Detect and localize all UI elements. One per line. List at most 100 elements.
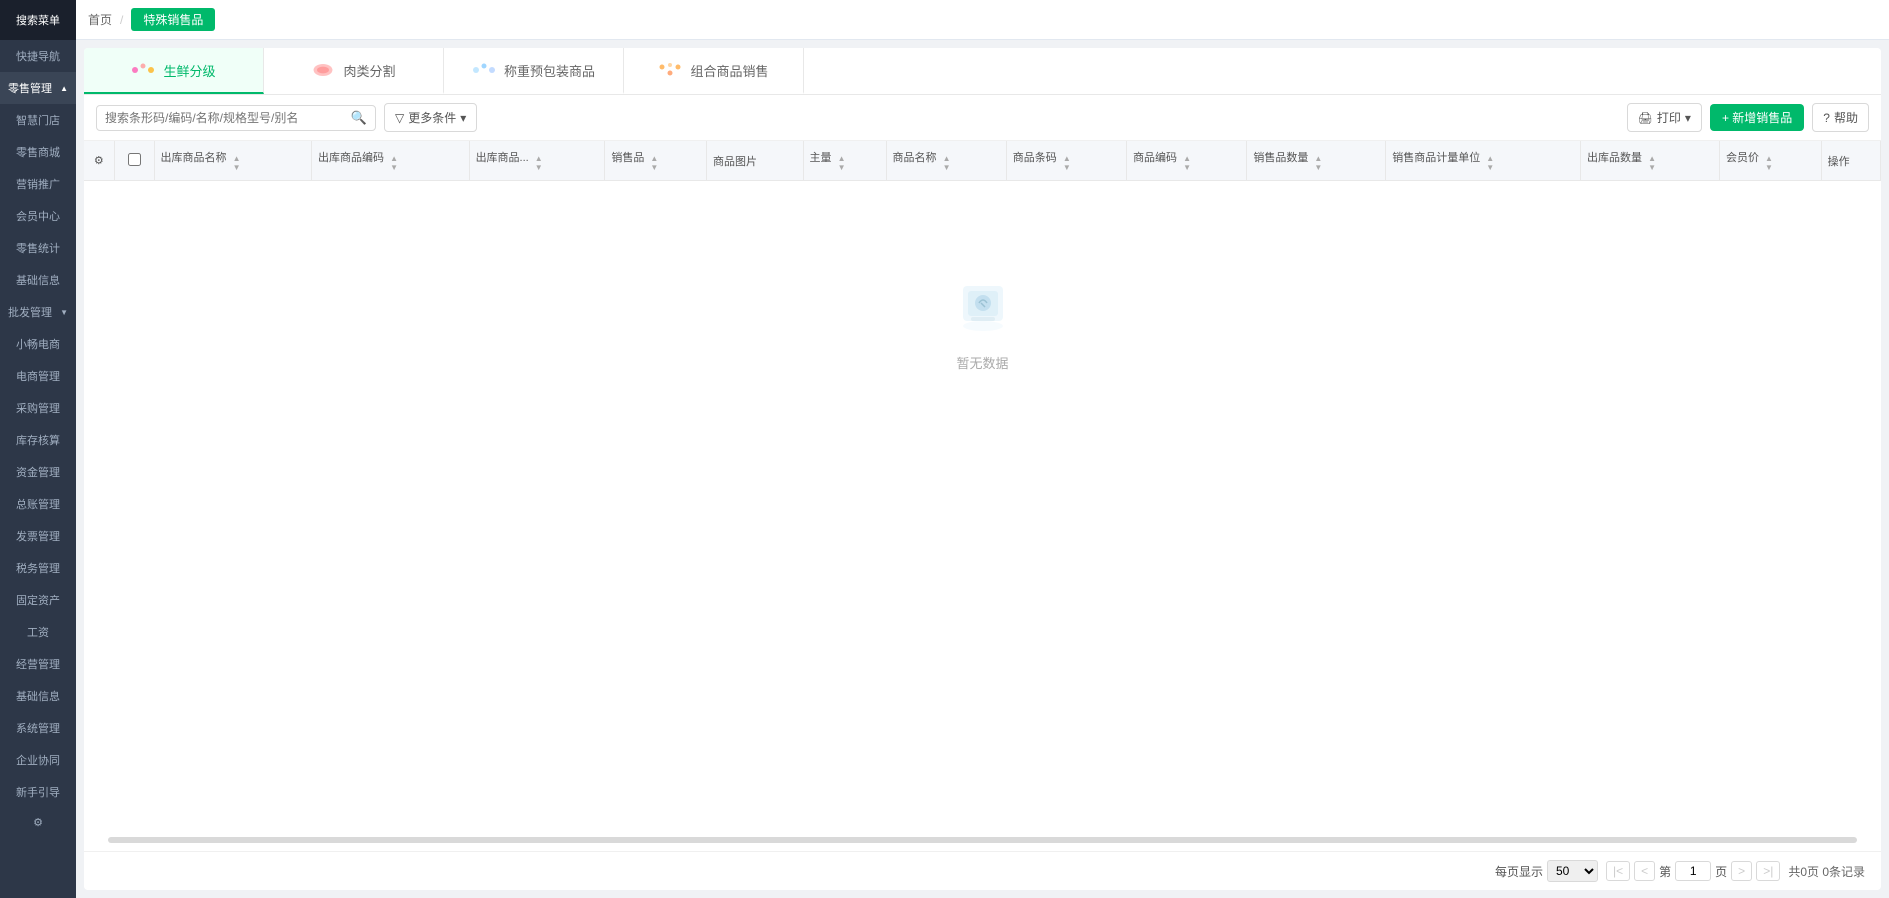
sidebar-item-retail-mgmt[interactable]: 零售管理 ▲: [0, 72, 76, 104]
sidebar-item-general-ledger[interactable]: 总账管理: [0, 488, 76, 520]
sort-icon: ▲▼: [1063, 154, 1071, 172]
sort-icon: ▲▼: [1314, 154, 1322, 172]
fresh-grade-icon: [131, 60, 155, 80]
col-out-qty[interactable]: 出库品数量 ▲▼: [1581, 141, 1720, 181]
sidebar-item-capital-mgmt[interactable]: 资金管理: [0, 456, 76, 488]
horizontal-scrollbar-container: [84, 829, 1881, 851]
sidebar-item-inventory[interactable]: 库存核算: [0, 424, 76, 456]
chevron-down-icon: ▾: [1685, 111, 1691, 125]
sidebar-item-member-center[interactable]: 会员中心: [0, 200, 76, 232]
sidebar-item-basic-info2[interactable]: 基础信息: [0, 680, 76, 712]
select-all-checkbox[interactable]: [128, 153, 141, 166]
toolbar-right: 🖨 打印 ▾ + 新增销售品 ? 帮助: [1627, 103, 1869, 132]
chevron-down-icon: ▾: [460, 111, 466, 125]
tab-fresh-grade-label: 生鲜分级: [163, 61, 215, 80]
pagination-bar: 每页显示 10 20 50 100 |< < 第 页 > >| 共0页 0条记录: [84, 851, 1881, 890]
table-wrapper: ⚙ 出库商品名称 ▲▼ 出库商品编码 ▲▼ 出库: [84, 141, 1881, 829]
first-page-button[interactable]: |<: [1606, 861, 1630, 881]
sort-icon: ▲▼: [1648, 154, 1656, 172]
sidebar-item-quick-nav[interactable]: 快捷导航: [0, 40, 76, 72]
sidebar-item-marketing[interactable]: 营销推广: [0, 168, 76, 200]
breadcrumb-current[interactable]: 特殊销售品: [131, 8, 215, 31]
help-icon: ?: [1823, 111, 1830, 125]
sidebar-item-payroll[interactable]: 工资: [0, 616, 76, 648]
horizontal-scrollbar[interactable]: [108, 837, 1857, 843]
sidebar-item-retail-stats[interactable]: 零售统计: [0, 232, 76, 264]
col-out-product-name[interactable]: 出库商品名称 ▲▼: [154, 141, 312, 181]
breadcrumb-home[interactable]: 首页: [88, 11, 112, 28]
col-out-product-code[interactable]: 出库商品编码 ▲▼: [312, 141, 470, 181]
last-page-button[interactable]: >|: [1756, 861, 1780, 881]
total-info: 共0页 0条记录: [1788, 863, 1865, 880]
col-barcode[interactable]: 商品条码 ▲▼: [1006, 141, 1126, 181]
tab-fresh-grade[interactable]: 生鲜分级: [84, 48, 264, 94]
search-wrapper: 🔍: [96, 105, 376, 131]
col-main-quantity[interactable]: 主量 ▲▼: [803, 141, 886, 181]
help-button[interactable]: ? 帮助: [1812, 103, 1869, 132]
page-size-select: 每页显示 10 20 50 100: [1495, 860, 1598, 882]
filter-icon: ▽: [395, 111, 404, 125]
sort-icon: ▲▼: [390, 154, 398, 172]
prev-page-button[interactable]: <: [1634, 861, 1655, 881]
col-sales-product[interactable]: 销售品 ▲▼: [605, 141, 707, 181]
sidebar-item-tax-mgmt[interactable]: 税务管理: [0, 552, 76, 584]
tab-weight-package[interactable]: 称重预包装商品: [444, 48, 624, 94]
data-table: ⚙ 出库商品名称 ▲▼ 出库商品编码 ▲▼ 出库: [84, 141, 1881, 181]
page-body: 生鲜分级 肉类分割: [84, 48, 1881, 890]
sidebar-item-purchase-mgmt[interactable]: 采购管理: [0, 392, 76, 424]
sidebar-item-wholesale-mgmt[interactable]: 批发管理 ▼: [0, 296, 76, 328]
sidebar-item-system-mgmt[interactable]: 系统管理: [0, 712, 76, 744]
sort-icon: ▲▼: [838, 154, 846, 172]
tab-combo-sales[interactable]: 组合商品销售: [624, 48, 804, 94]
print-icon: 🖨: [1638, 111, 1653, 125]
tab-meat-cut[interactable]: 肉类分割: [264, 48, 444, 94]
main-content: 首页 / 特殊销售品 生鲜分级: [76, 0, 1889, 898]
meat-cut-icon: [311, 60, 335, 80]
col-product-code[interactable]: 商品编码 ▲▼: [1127, 141, 1247, 181]
search-input[interactable]: [105, 111, 351, 125]
col-sales-unit[interactable]: 销售商品计量单位 ▲▼: [1386, 141, 1581, 181]
add-sales-product-button[interactable]: + 新增销售品: [1710, 104, 1804, 131]
col-checkbox[interactable]: [114, 141, 154, 181]
empty-text: 暂无数据: [956, 353, 1008, 372]
filter-button[interactable]: ▽ 更多条件 ▾: [384, 103, 477, 132]
breadcrumb: 首页 / 特殊销售品: [88, 8, 215, 31]
sort-icon: ▲▼: [1486, 154, 1494, 172]
empty-state: 暂无数据: [84, 181, 1881, 452]
sidebar-item-invoice-mgmt[interactable]: 发票管理: [0, 520, 76, 552]
sidebar-item-ops-mgmt[interactable]: 经营管理: [0, 648, 76, 680]
toolbar: 🔍 ▽ 更多条件 ▾ 🖨 打印 ▾ + 新增销售品 ? 帮助: [84, 95, 1881, 141]
sidebar-item-retail-mall[interactable]: 零售商城: [0, 136, 76, 168]
col-product-name[interactable]: 商品名称 ▲▼: [886, 141, 1006, 181]
page-number-input[interactable]: [1675, 861, 1711, 881]
col-sales-qty[interactable]: 销售品数量 ▲▼: [1247, 141, 1386, 181]
settings-icon: ⚙: [33, 816, 43, 829]
tabs-row: 生鲜分级 肉类分割: [84, 48, 1881, 95]
page-label-suffix: 页: [1715, 863, 1727, 880]
sort-icon: ▲▼: [1765, 154, 1773, 172]
sidebar-item-small-ecom[interactable]: 小畅电商: [0, 328, 76, 360]
chevron-down-icon: ▼: [60, 308, 68, 317]
tab-meat-cut-label: 肉类分割: [343, 61, 395, 80]
sidebar-item-corp-agreement[interactable]: 企业协同: [0, 744, 76, 776]
combo-sales-icon: [658, 60, 682, 80]
sidebar-item-fixed-assets[interactable]: 固定资产: [0, 584, 76, 616]
page-size-dropdown[interactable]: 10 20 50 100: [1547, 860, 1598, 882]
sidebar: 搜索菜单 快捷导航 零售管理 ▲ 智慧门店 零售商城 营销推广 会员中心 零售统…: [0, 0, 76, 898]
tab-weight-package-label: 称重预包装商品: [504, 61, 595, 80]
col-product-image[interactable]: 商品图片: [706, 141, 803, 181]
sort-icon: ▲▼: [233, 154, 241, 172]
sidebar-item-smart-store[interactable]: 智慧门店: [0, 104, 76, 136]
print-button[interactable]: 🖨 打印 ▾: [1627, 103, 1702, 132]
sort-icon: ▲▼: [650, 154, 658, 172]
col-out-product-x[interactable]: 出库商品... ▲▼: [469, 141, 605, 181]
sidebar-item-ecom-mgmt[interactable]: 电商管理: [0, 360, 76, 392]
sidebar-item-newbie-guide[interactable]: 新手引导: [0, 776, 76, 808]
sidebar-item-basic-info[interactable]: 基础信息: [0, 264, 76, 296]
sidebar-item-settings[interactable]: ⚙: [0, 808, 76, 837]
col-settings[interactable]: ⚙: [84, 141, 114, 181]
sort-icon: ▲▼: [943, 154, 951, 172]
col-member-price[interactable]: 会员价 ▲▼: [1719, 141, 1821, 181]
search-icon: 🔍: [351, 110, 367, 126]
next-page-button[interactable]: >: [1731, 861, 1752, 881]
